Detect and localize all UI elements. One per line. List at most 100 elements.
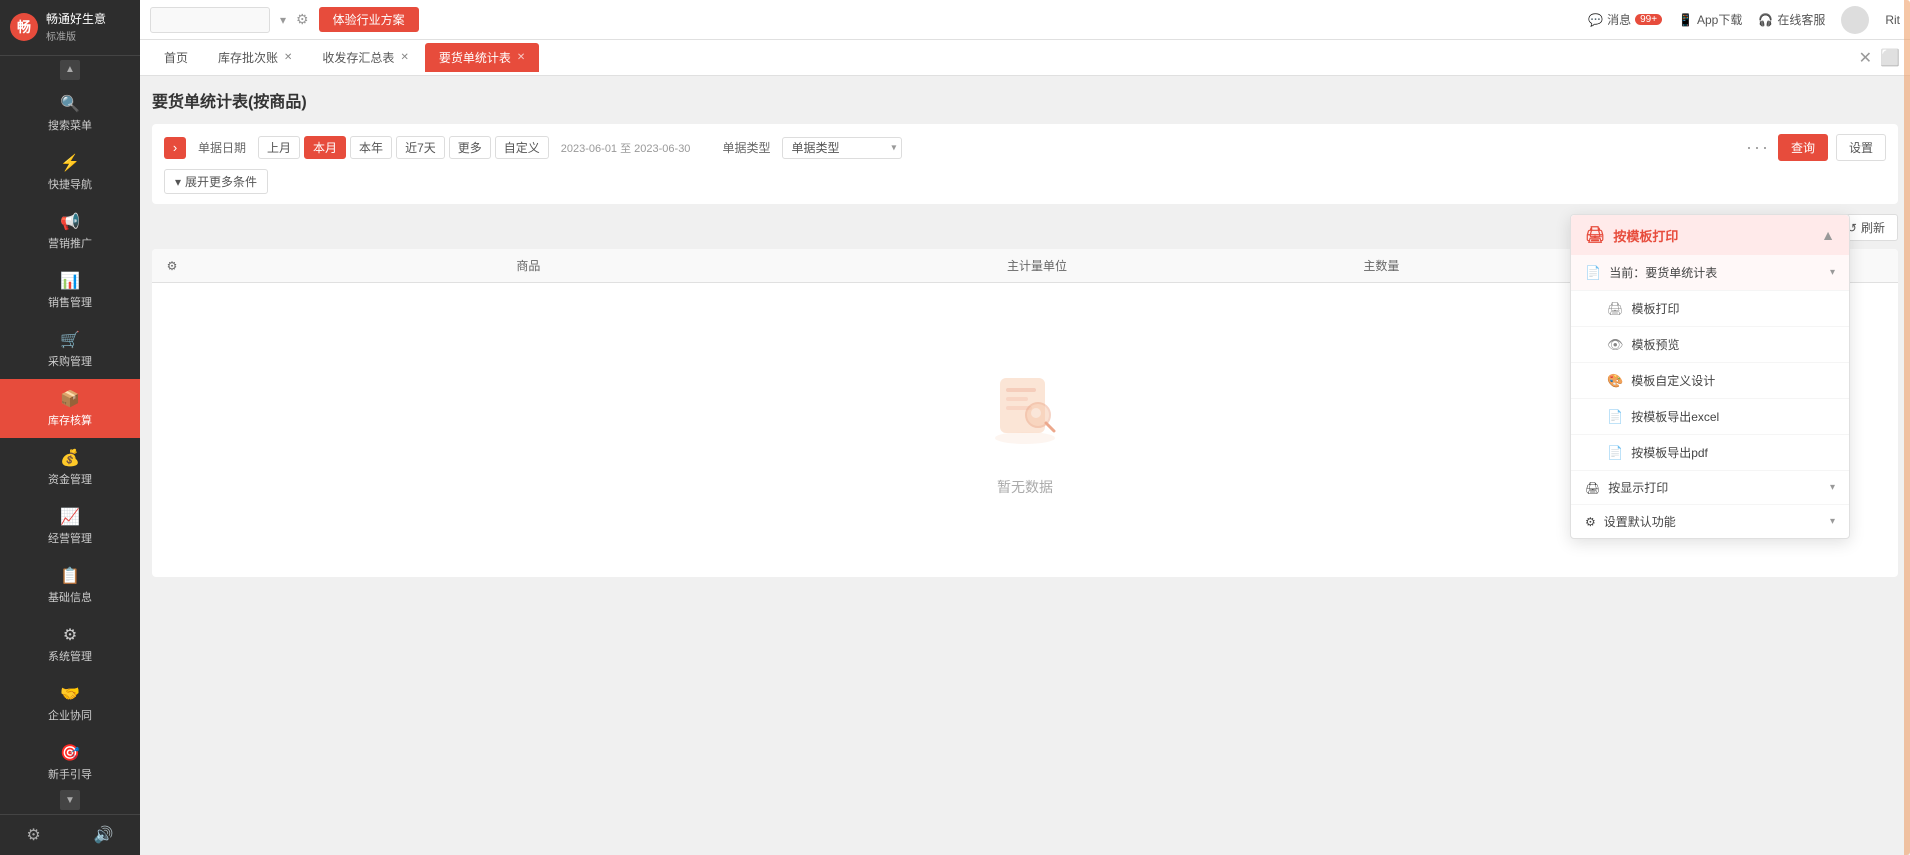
sidebar-label-newguide: 新手引导 — [48, 766, 92, 782]
online-service-btn[interactable]: 🎧 在线客服 — [1758, 11, 1825, 28]
date-range-display: 2023-06-01 至 2023-06-30 — [561, 140, 691, 156]
dropdown-current-left: 📄 当前：要货单统计表 — [1585, 264, 1717, 281]
tab-collection-summary[interactable]: 收发存汇总表 ✕ — [308, 43, 422, 72]
tab-collection-summary-close[interactable]: ✕ — [400, 52, 408, 63]
date-btn-more[interactable]: 更多 — [449, 136, 491, 159]
date-btn-custom[interactable]: 自定义 — [495, 136, 549, 159]
dropdown-close-btn[interactable]: ▲ — [1821, 227, 1835, 243]
tab-close-all-icon[interactable]: ✕ — [1859, 48, 1872, 68]
settings-bottom-icon[interactable]: ⚙ — [26, 825, 40, 845]
operation-icon: 📈 — [60, 507, 80, 527]
settings-btn[interactable]: 设置 — [1836, 134, 1886, 161]
audio-bottom-icon[interactable]: 🔊 — [94, 825, 114, 845]
print-dropdown-panel: 🖨 按模板打印 ▲ 📄 当前：要货单统计表 ▾ 🖨 模板打印 — [1570, 214, 1850, 539]
dropdown-item-template-custom[interactable]: 🎨 模板自定义设计 — [1571, 363, 1849, 399]
export-pdf-icon: 📄 — [1607, 445, 1623, 461]
app-download-btn[interactable]: 📱 App下载 — [1678, 11, 1742, 28]
sidebar-item-corp[interactable]: 🤝 企业协同 — [0, 674, 140, 733]
topbar-chevron-icon[interactable]: ▾ — [280, 13, 286, 27]
sidebar-item-system[interactable]: ⚙ 系统管理 — [0, 615, 140, 674]
app-download-icon: 📱 — [1678, 13, 1693, 27]
template-preview-icon: 👁 — [1607, 337, 1624, 353]
tab-inventory-batch-close[interactable]: ✕ — [284, 52, 292, 63]
date-btn-current-month[interactable]: 本月 — [304, 136, 346, 159]
scroll-up-btn[interactable]: ▲ — [60, 60, 80, 80]
topbar-gear-icon[interactable]: ⚙ — [296, 11, 309, 28]
dropdown-template-print-label: 模板打印 — [1632, 300, 1680, 317]
th-settings[interactable]: ⚙ — [152, 259, 192, 273]
filter-row-2: ▾ 展开更多条件 — [164, 169, 1886, 194]
sidebar-item-marketing[interactable]: 📢 营销推广 — [0, 202, 140, 261]
messages-label: 消息 — [1607, 11, 1631, 28]
sidebar-label-marketing: 营销推广 — [48, 235, 92, 251]
basicinfo-icon: 📋 — [60, 566, 80, 586]
dropdown-template-print-left: 🖨 模板打印 — [1607, 300, 1680, 317]
current-template-icon: 📄 — [1585, 265, 1601, 281]
date-btn-prev-month[interactable]: 上月 — [258, 136, 300, 159]
sidebar-menu: 🔍 搜索菜单 ⚡ 快捷导航 📢 营销推广 📊 销售管理 🛒 采购管理 📦 库存核… — [0, 84, 140, 786]
scroll-down-btn[interactable]: ▼ — [60, 790, 80, 810]
dropdown-export-excel-left: 📄 按模板导出excel — [1607, 408, 1719, 425]
set-default-label: 设置默认功能 — [1604, 513, 1676, 530]
bill-type-select[interactable]: 单据类型 — [782, 137, 902, 159]
dropdown-current-template[interactable]: 📄 当前：要货单统计表 ▾ — [1571, 255, 1849, 291]
date-btn-last7[interactable]: 近7天 — [396, 136, 445, 159]
purchase-icon: 🛒 — [60, 330, 80, 350]
tab-home[interactable]: 首页 — [150, 43, 202, 72]
marketing-icon: 📢 — [60, 212, 80, 232]
date-btn-current-year[interactable]: 本年 — [350, 136, 392, 159]
messages-icon: 💬 — [1588, 13, 1603, 27]
tab-order-stats[interactable]: 要货单统计表 ✕ — [425, 43, 539, 72]
sidebar-item-finance[interactable]: 💰 资金管理 — [0, 438, 140, 497]
sidebar-item-purchase[interactable]: 🛒 采购管理 — [0, 320, 140, 379]
more-options-icon[interactable]: ··· — [1746, 137, 1770, 158]
display-print-label: 按显示打印 — [1608, 479, 1668, 496]
app-download-label: App下载 — [1697, 11, 1742, 28]
expand-more-btn[interactable]: ▾ 展开更多条件 — [164, 169, 268, 194]
quicknav-icon: ⚡ — [60, 153, 80, 173]
page-content: 要货单统计表(按商品) › 单据日期 上月 本月 本年 近7天 更多 自定义 2… — [140, 76, 1910, 855]
system-icon: ⚙ — [63, 625, 77, 645]
online-service-icon: 🎧 — [1758, 13, 1773, 27]
tab-expand-icon[interactable]: ⬜ — [1880, 48, 1900, 68]
sidebar-label-corp: 企业协同 — [48, 707, 92, 723]
dropdown-print-icon: 🖨 — [1585, 225, 1605, 245]
sidebar-label-system: 系统管理 — [48, 648, 92, 664]
dropdown-header-left: 🖨 按模板打印 — [1585, 225, 1678, 245]
user-avatar[interactable] — [1841, 6, 1869, 34]
display-print-icon: 🖨 — [1585, 481, 1600, 495]
dropdown-template-custom-left: 🎨 模板自定义设计 — [1607, 372, 1715, 389]
sidebar-item-operation[interactable]: 📈 经营管理 — [0, 497, 140, 556]
set-default-icon: ⚙ — [1585, 515, 1596, 529]
empty-text: 暂无数据 — [997, 477, 1053, 497]
sidebar-item-basicinfo[interactable]: 📋 基础信息 — [0, 556, 140, 615]
sidebar-label-quicknav: 快捷导航 — [48, 176, 92, 192]
topbar-search-input[interactable] — [150, 7, 270, 33]
tab-order-stats-label: 要货单统计表 — [439, 49, 511, 66]
sidebar-item-quicknav[interactable]: ⚡ 快捷导航 — [0, 143, 140, 202]
dropdown-set-default[interactable]: ⚙ 设置默认功能 ▾ — [1571, 505, 1849, 538]
sidebar-item-search[interactable]: 🔍 搜索菜单 — [0, 84, 140, 143]
display-print-left: 🖨 按显示打印 — [1585, 479, 1668, 496]
tab-inventory-batch[interactable]: 库存批次账 ✕ — [204, 43, 306, 72]
trial-btn[interactable]: 体验行业方案 — [319, 7, 419, 32]
messages-btn[interactable]: 💬 消息 99+ — [1588, 11, 1662, 28]
dropdown-item-export-excel[interactable]: 📄 按模板导出excel — [1571, 399, 1849, 435]
sidebar-item-sales[interactable]: 📊 销售管理 — [0, 261, 140, 320]
topbar: ▾ ⚙ 体验行业方案 💬 消息 99+ 📱 App下载 🎧 在线客服 Rit — [140, 0, 1910, 40]
sidebar-item-newguide[interactable]: 🎯 新手引导 — [0, 733, 140, 786]
dropdown-item-template-preview[interactable]: 👁 模板预览 — [1571, 327, 1849, 363]
filter-expand-toggle[interactable]: › — [164, 137, 186, 159]
corp-icon: 🤝 — [60, 684, 80, 704]
query-btn[interactable]: 查询 — [1778, 134, 1828, 161]
dropdown-item-export-pdf[interactable]: 📄 按模板导出pdf — [1571, 435, 1849, 471]
export-excel-icon: 📄 — [1607, 409, 1623, 425]
dropdown-item-template-print[interactable]: 🖨 模板打印 — [1571, 291, 1849, 327]
topbar-right: 💬 消息 99+ 📱 App下载 🎧 在线客服 Rit — [1588, 6, 1900, 34]
online-service-label: 在线客服 — [1777, 11, 1825, 28]
tab-order-stats-close[interactable]: ✕ — [517, 52, 525, 63]
main-area: ▾ ⚙ 体验行业方案 💬 消息 99+ 📱 App下载 🎧 在线客服 Rit — [140, 0, 1910, 855]
dropdown-display-print[interactable]: 🖨 按显示打印 ▾ — [1571, 471, 1849, 505]
tab-collection-summary-label: 收发存汇总表 — [322, 49, 394, 66]
sidebar-item-inventory[interactable]: 📦 库存核算 — [0, 379, 140, 438]
